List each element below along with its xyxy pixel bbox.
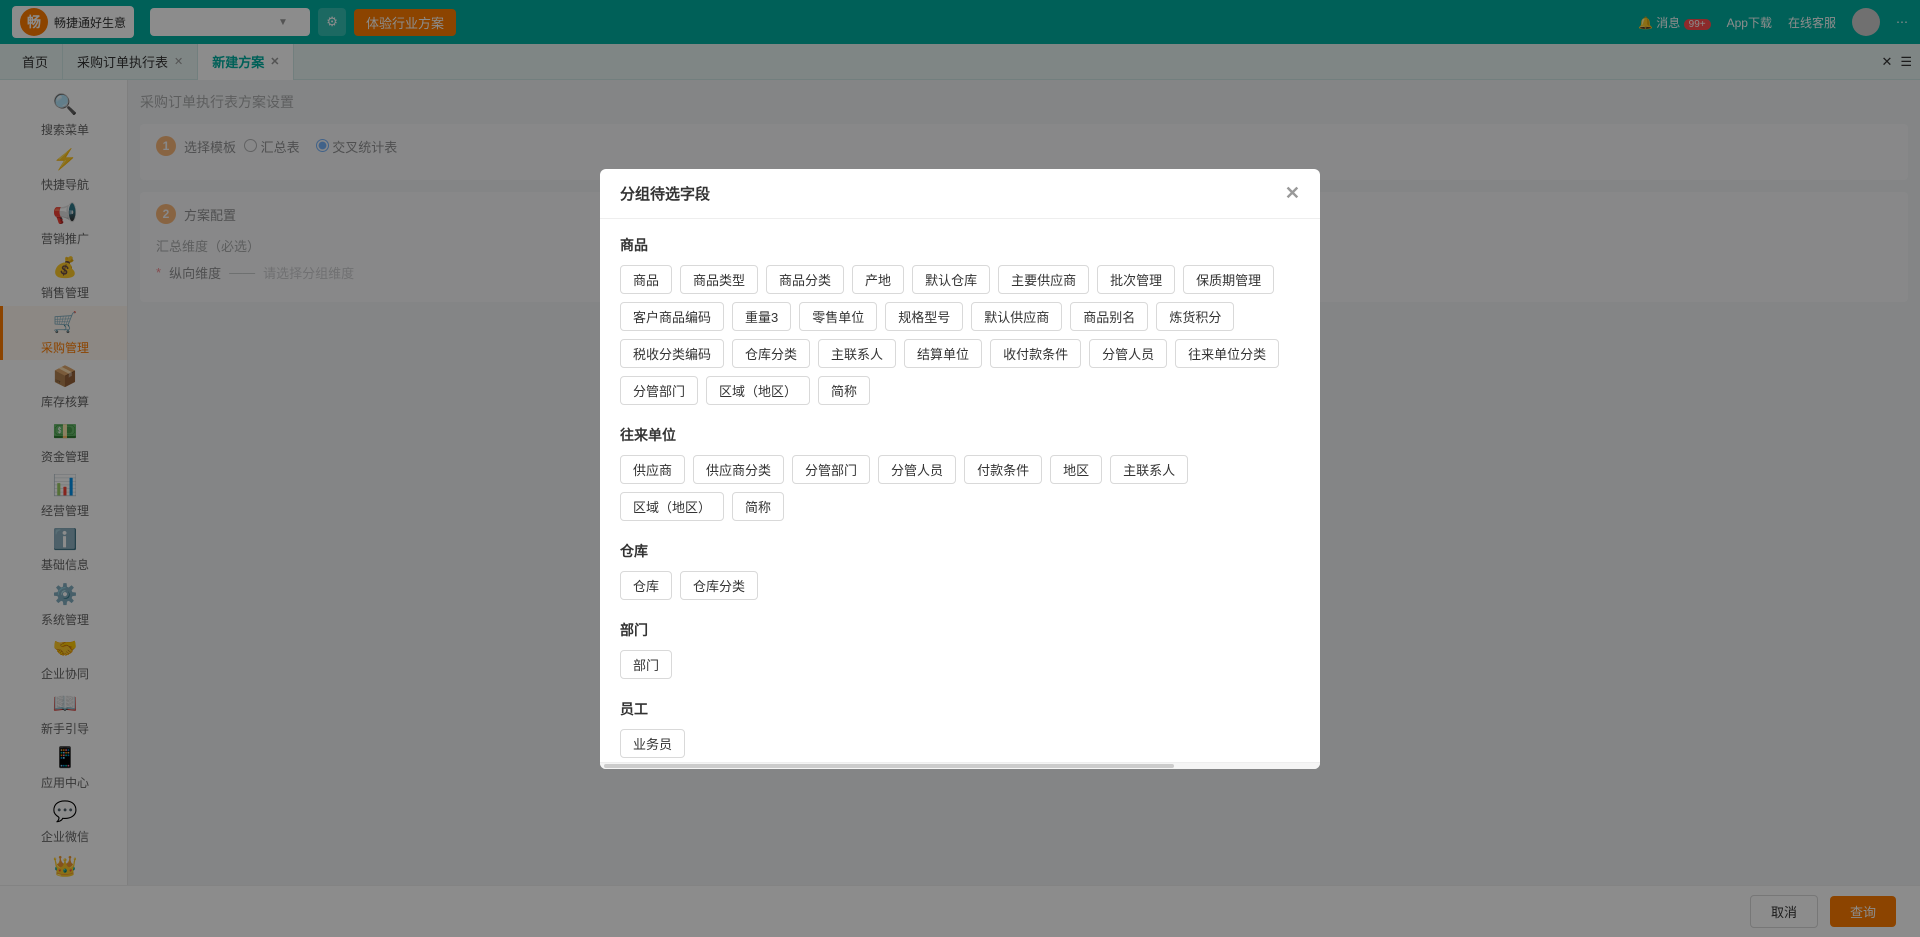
field-tag-counterpart-category[interactable]: 往来单位分类 [1175, 339, 1279, 368]
field-tag-retail-unit[interactable]: 零售单位 [799, 302, 877, 331]
field-tag-payment-condition[interactable]: 付款条件 [964, 455, 1042, 484]
field-tag-supervisor[interactable]: 分管人员 [1089, 339, 1167, 368]
field-tag-supplier[interactable]: 供应商 [620, 455, 685, 484]
field-tag-default-supplier[interactable]: 默认供应商 [971, 302, 1062, 331]
section-warehouse: 仓库 仓库 仓库分类 [620, 541, 1300, 600]
field-tag-product-alias[interactable]: 商品别名 [1070, 302, 1148, 331]
field-tag-tax-code[interactable]: 税收分类编码 [620, 339, 724, 368]
modal-overlay: 分组待选字段 ✕ 商品 商品 商品类型 商品分类 产地 默认仓库 主要供应商 批… [0, 0, 1920, 937]
field-tag-warehouse[interactable]: 仓库 [620, 571, 672, 600]
section-warehouse-tags: 仓库 仓库分类 [620, 571, 1300, 600]
field-tag-refine-points[interactable]: 炼货积分 [1156, 302, 1234, 331]
field-tag-expiry-management[interactable]: 保质期管理 [1183, 265, 1274, 294]
section-department: 部门 部门 [620, 620, 1300, 679]
modal-horizontal-scrollbar[interactable] [600, 762, 1320, 768]
modal-scrollbar-thumb [604, 764, 1174, 768]
section-department-title: 部门 [620, 620, 1300, 640]
field-tag-supplier-category[interactable]: 供应商分类 [693, 455, 784, 484]
field-tag-main-contact-2[interactable]: 主联系人 [1110, 455, 1188, 484]
modal-title: 分组待选字段 [620, 183, 710, 204]
field-tag-product-category[interactable]: 商品分类 [766, 265, 844, 294]
modal-close-button[interactable]: ✕ [1285, 183, 1300, 204]
section-counterpart: 往来单位 供应商 供应商分类 分管部门 分管人员 付款条件 地区 主联系人 区域… [620, 425, 1300, 521]
section-counterpart-tags: 供应商 供应商分类 分管部门 分管人员 付款条件 地区 主联系人 区域（地区） … [620, 455, 1300, 521]
field-tag-dept[interactable]: 分管部门 [620, 376, 698, 405]
field-tag-default-warehouse[interactable]: 默认仓库 [912, 265, 990, 294]
field-tag-short-name[interactable]: 简称 [818, 376, 870, 405]
field-tag-settlement-unit[interactable]: 结算单位 [904, 339, 982, 368]
field-tag-salesperson[interactable]: 业务员 [620, 729, 685, 758]
section-product-tags: 商品 商品类型 商品分类 产地 默认仓库 主要供应商 批次管理 保质期管理 客户… [620, 265, 1300, 405]
modal-body: 商品 商品 商品类型 商品分类 产地 默认仓库 主要供应商 批次管理 保质期管理… [600, 219, 1320, 763]
field-tag-main-contact[interactable]: 主联系人 [818, 339, 896, 368]
field-tag-product-type[interactable]: 商品类型 [680, 265, 758, 294]
section-product: 商品 商品 商品类型 商品分类 产地 默认仓库 主要供应商 批次管理 保质期管理… [620, 235, 1300, 405]
section-counterpart-title: 往来单位 [620, 425, 1300, 445]
field-tag-warehouse-category[interactable]: 仓库分类 [732, 339, 810, 368]
modal-header: 分组待选字段 ✕ [600, 169, 1320, 219]
field-tag-short-name-2[interactable]: 简称 [732, 492, 784, 521]
field-tag-origin[interactable]: 产地 [852, 265, 904, 294]
field-tag-area[interactable]: 地区 [1050, 455, 1102, 484]
field-tag-managed-person[interactable]: 分管人员 [878, 455, 956, 484]
field-tag-payment-terms[interactable]: 收付款条件 [990, 339, 1081, 368]
field-tag-warehouse-type[interactable]: 仓库分类 [680, 571, 758, 600]
field-tag-product[interactable]: 商品 [620, 265, 672, 294]
field-tag-region[interactable]: 区域（地区） [706, 376, 810, 405]
section-department-tags: 部门 [620, 650, 1300, 679]
field-tag-weight[interactable]: 重量3 [732, 302, 791, 331]
section-employee-title: 员工 [620, 699, 1300, 719]
field-tag-spec-model[interactable]: 规格型号 [885, 302, 963, 331]
field-tag-region-area[interactable]: 区域（地区） [620, 492, 724, 521]
section-employee-tags: 业务员 [620, 729, 1300, 758]
field-tag-managed-dept[interactable]: 分管部门 [792, 455, 870, 484]
section-product-title: 商品 [620, 235, 1300, 255]
modal: 分组待选字段 ✕ 商品 商品 商品类型 商品分类 产地 默认仓库 主要供应商 批… [600, 169, 1320, 769]
section-warehouse-title: 仓库 [620, 541, 1300, 561]
field-tag-department[interactable]: 部门 [620, 650, 672, 679]
field-tag-customer-code[interactable]: 客户商品编码 [620, 302, 724, 331]
section-employee: 员工 业务员 [620, 699, 1300, 758]
field-tag-batch-management[interactable]: 批次管理 [1097, 265, 1175, 294]
field-tag-main-supplier[interactable]: 主要供应商 [998, 265, 1089, 294]
